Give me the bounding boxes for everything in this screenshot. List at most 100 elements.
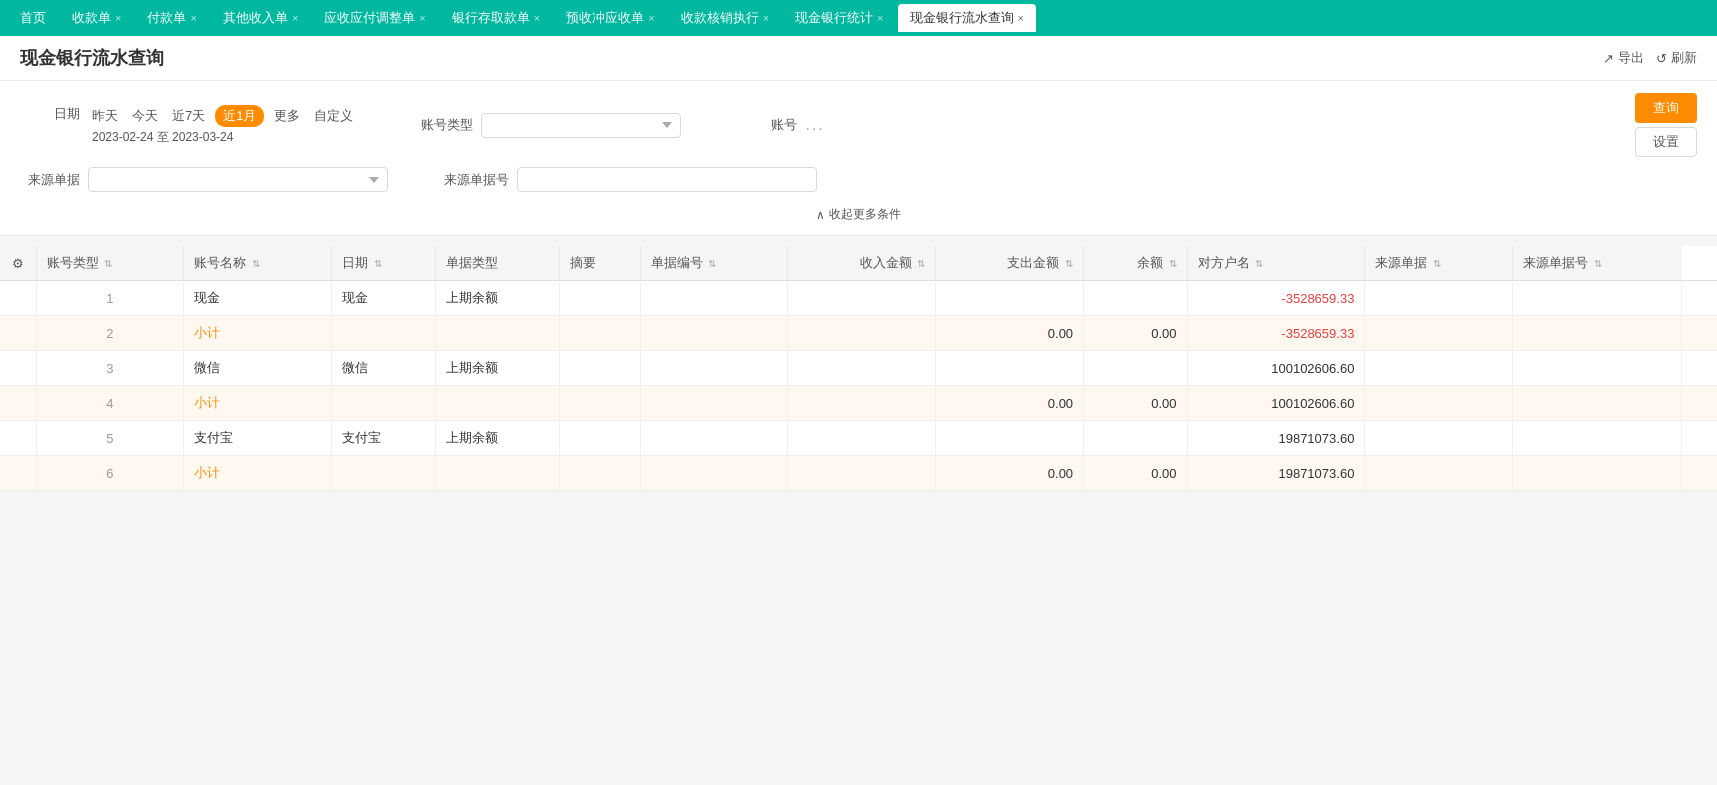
cell-source-doc-no	[1682, 281, 1717, 316]
close-icon[interactable]: ×	[419, 12, 425, 24]
cell-gear	[0, 456, 36, 491]
cell-income: 0.00	[936, 386, 1084, 421]
cell-account-type: 小计	[184, 316, 332, 351]
filter-row-1: 日期 昨天 今天 近7天 近1月 更多 自定义 2023-02-24 至 202…	[20, 93, 1697, 157]
table-row: 1现金现金上期余额-3528659.33	[0, 281, 1717, 316]
nav-tab-1[interactable]: 付款单 ×	[135, 4, 208, 32]
close-icon[interactable]: ×	[877, 12, 883, 24]
col-source-doc-no[interactable]: 来源单据号 ⇅	[1513, 246, 1682, 281]
page-header: 现金银行流水查询 ↗ 导出 ↺ 刷新	[0, 36, 1717, 81]
nav-tab-3[interactable]: 应收应付调整单 ×	[312, 4, 437, 32]
table-row: 2小计0.000.00-3528659.33	[0, 316, 1717, 351]
cell-date	[435, 316, 560, 351]
cell-balance: -3528659.33	[1187, 281, 1365, 316]
cell-expense	[1084, 351, 1187, 386]
cell-doc-type	[560, 281, 640, 316]
data-table: ⚙ 账号类型 ⇅ 账号名称 ⇅ 日期 ⇅ 单据类型 摘要	[0, 246, 1717, 491]
sort-icon: ⇅	[374, 258, 382, 269]
cell-balance: 19871073.60	[1187, 421, 1365, 456]
sort-icon: ⇅	[1255, 258, 1263, 269]
close-icon[interactable]: ×	[115, 12, 121, 24]
date-btn-custom[interactable]: 自定义	[310, 105, 357, 127]
date-label: 日期	[20, 105, 80, 123]
row-number: 4	[36, 386, 184, 421]
top-nav: 首页 收款单 × 付款单 × 其他收入单 × 应收应付调整单 × 银行存取款单 …	[0, 0, 1717, 36]
cell-income	[936, 281, 1084, 316]
cell-date: 上期余额	[435, 281, 560, 316]
close-icon[interactable]: ×	[648, 12, 654, 24]
nav-tab-2[interactable]: 其他收入单 ×	[211, 4, 310, 32]
nav-tab-7[interactable]: 现金银行统计 ×	[783, 4, 895, 32]
nav-tab-8[interactable]: 现金银行流水查询 ×	[898, 4, 1036, 32]
close-icon[interactable]: ×	[292, 12, 298, 24]
table-row: 5支付宝支付宝上期余额19871073.60	[0, 421, 1717, 456]
cell-summary	[640, 281, 788, 316]
cell-doc-type	[560, 316, 640, 351]
date-btn-more[interactable]: 更多	[270, 105, 304, 127]
row-number: 3	[36, 351, 184, 386]
cell-doc-type	[560, 456, 640, 491]
source-doc-label: 来源单据	[20, 171, 80, 189]
close-icon[interactable]: ×	[763, 12, 769, 24]
date-btn-1month[interactable]: 近1月	[215, 105, 264, 127]
row-number: 1	[36, 281, 184, 316]
nav-tab-6[interactable]: 收款核销执行 ×	[669, 4, 781, 32]
nav-tab-0[interactable]: 收款单 ×	[60, 4, 133, 32]
cell-counterparty	[1365, 316, 1513, 351]
source-doc-select[interactable]	[88, 167, 388, 192]
cell-source-doc-no	[1682, 386, 1717, 421]
col-account-name[interactable]: 账号名称 ⇅	[184, 246, 332, 281]
export-button[interactable]: ↗ 导出	[1603, 49, 1644, 67]
date-btn-yesterday[interactable]: 昨天	[88, 105, 122, 127]
nav-tab-4[interactable]: 银行存取款单 ×	[440, 4, 552, 32]
account-more-btn[interactable]: ...	[805, 116, 824, 134]
nav-home[interactable]: 首页	[8, 9, 58, 27]
cell-doc-type	[560, 421, 640, 456]
cell-counterparty	[1365, 421, 1513, 456]
col-income[interactable]: 收入金额 ⇅	[788, 246, 936, 281]
col-gear[interactable]: ⚙	[0, 246, 36, 281]
date-shortcuts: 昨天 今天 近7天 近1月 更多 自定义	[88, 105, 357, 127]
source-doc-no-label: 来源单据号	[444, 171, 509, 189]
close-icon[interactable]: ×	[1018, 12, 1024, 24]
cell-source-doc-no	[1682, 421, 1717, 456]
date-range: 2023-02-24 至 2023-03-24	[92, 129, 357, 146]
date-btn-7days[interactable]: 近7天	[168, 105, 209, 127]
cell-balance: 100102606.60	[1187, 351, 1365, 386]
gear-icon: ⚙	[12, 256, 24, 271]
row-number: 2	[36, 316, 184, 351]
cell-expense: 0.00	[1084, 316, 1187, 351]
nav-tab-5[interactable]: 预收冲应收单 ×	[554, 4, 666, 32]
cell-source-doc	[1513, 316, 1682, 351]
cell-account-name: 支付宝	[332, 421, 435, 456]
refresh-icon: ↺	[1656, 51, 1667, 66]
col-expense[interactable]: 支出金额 ⇅	[936, 246, 1084, 281]
cell-source-doc-no	[1682, 456, 1717, 491]
cell-source-doc	[1513, 386, 1682, 421]
collapse-button[interactable]: ∧ 收起更多条件	[816, 206, 901, 223]
cell-summary	[640, 421, 788, 456]
close-icon[interactable]: ×	[534, 12, 540, 24]
cell-account-type: 支付宝	[184, 421, 332, 456]
cell-doc-no	[788, 316, 936, 351]
source-doc-no-input[interactable]	[517, 167, 817, 192]
query-button[interactable]: 查询	[1635, 93, 1697, 123]
col-balance[interactable]: 余额 ⇅	[1084, 246, 1187, 281]
export-icon: ↗	[1603, 51, 1614, 66]
table-row: 6小计0.000.0019871073.60	[0, 456, 1717, 491]
col-source-doc[interactable]: 来源单据 ⇅	[1365, 246, 1513, 281]
sort-icon: ⇅	[708, 258, 716, 269]
table-row: 4小计0.000.00100102606.60	[0, 386, 1717, 421]
cell-doc-no	[788, 281, 936, 316]
col-date[interactable]: 日期 ⇅	[332, 246, 435, 281]
col-account-type[interactable]: 账号类型 ⇅	[36, 246, 184, 281]
account-type-label: 账号类型	[413, 116, 473, 134]
cell-account-type: 现金	[184, 281, 332, 316]
close-icon[interactable]: ×	[190, 12, 196, 24]
settings-button[interactable]: 设置	[1635, 127, 1697, 157]
refresh-button[interactable]: ↺ 刷新	[1656, 49, 1697, 67]
col-counterparty[interactable]: 对方户名 ⇅	[1187, 246, 1365, 281]
date-btn-today[interactable]: 今天	[128, 105, 162, 127]
col-doc-no[interactable]: 单据编号 ⇅	[640, 246, 788, 281]
account-type-select[interactable]	[481, 113, 681, 138]
